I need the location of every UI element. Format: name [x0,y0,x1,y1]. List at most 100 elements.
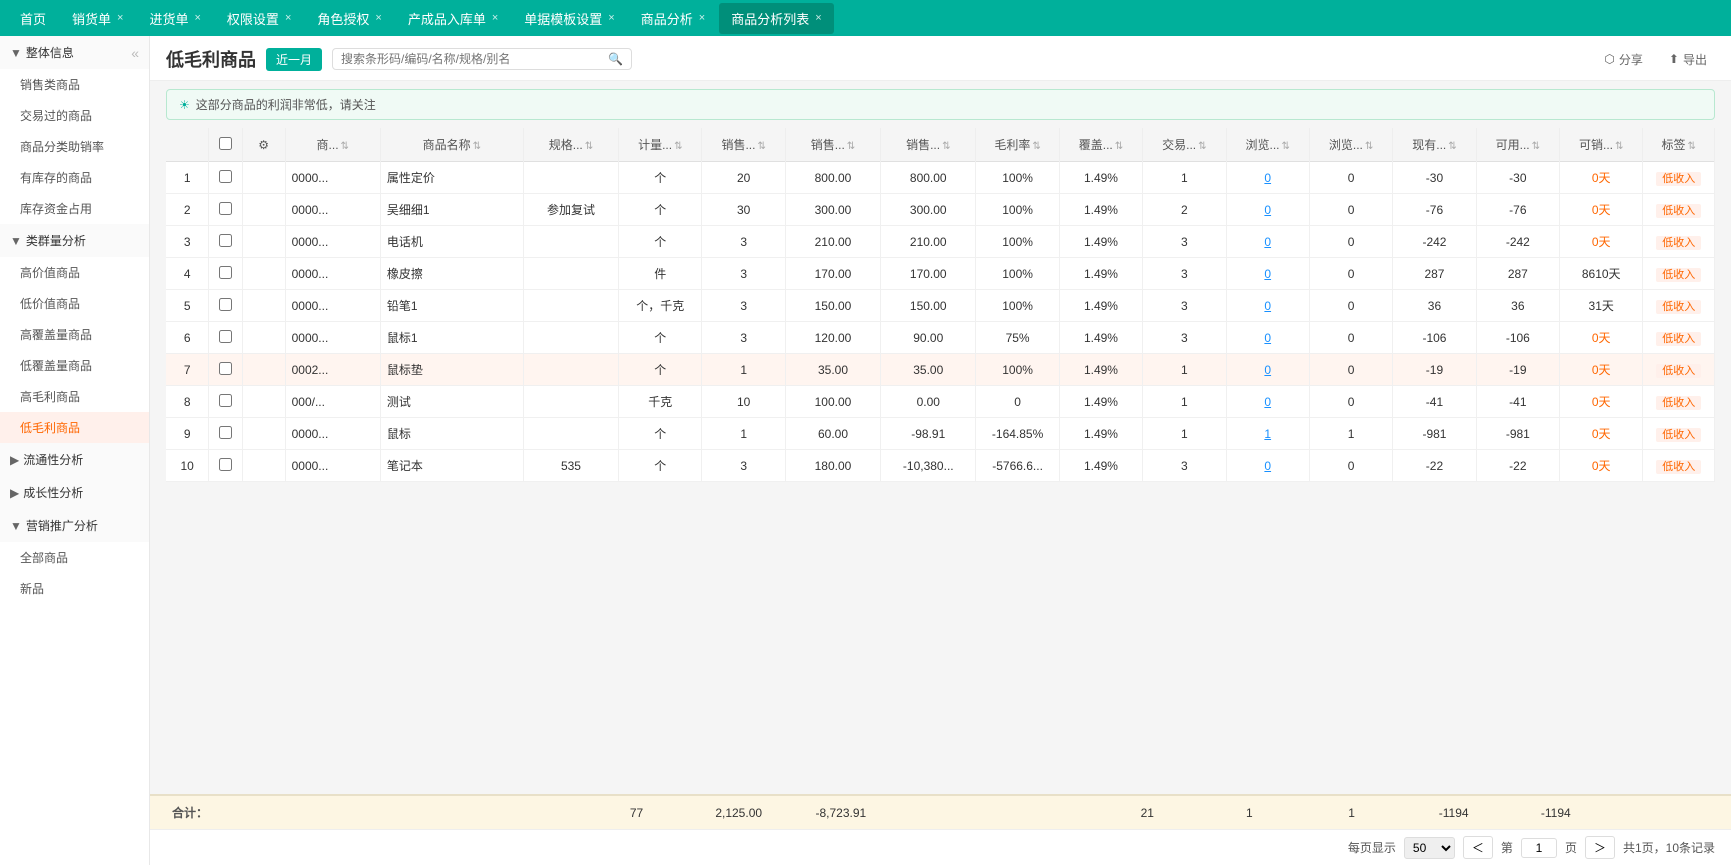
row-view1[interactable]: 0 [1226,162,1309,194]
sidebar-item-traded-goods[interactable]: 交易过的商品 [0,100,149,131]
row-checkbox[interactable] [219,394,232,407]
row-checkbox[interactable] [219,202,232,215]
nav-template-close[interactable]: × [608,12,614,24]
sidebar-item-low-profit[interactable]: 低毛利商品 [0,412,149,443]
col-sales-amt[interactable]: 销售...⇅ [785,128,880,162]
sidebar-item-high-value[interactable]: 高价值商品 [0,257,149,288]
row-view1[interactable]: 0 [1226,226,1309,258]
sidebar-item-in-stock[interactable]: 有库存的商品 [0,162,149,193]
row-checkbox[interactable] [219,362,232,375]
col-current[interactable]: 现有...⇅ [1393,128,1476,162]
nav-purchase-close[interactable]: × [194,12,200,24]
sidebar-item-new-goods[interactable]: 新品 [0,573,149,604]
col-unit[interactable]: 计量...⇅ [619,128,702,162]
row-view1[interactable]: 0 [1226,354,1309,386]
prev-page-button[interactable]: ＜ [1463,836,1493,859]
nav-sales[interactable]: 销货单 × [60,3,135,34]
row-view1[interactable]: 0 [1226,386,1309,418]
row-check[interactable] [209,354,242,386]
nav-permission[interactable]: 权限设置 × [215,3,303,34]
col-view1[interactable]: 浏览...⇅ [1226,128,1309,162]
sidebar-item-sales-goods[interactable]: 销售类商品 [0,69,149,100]
row-checkbox[interactable] [219,170,232,183]
row-view1[interactable]: 0 [1226,258,1309,290]
sidebar-group-overall[interactable]: ▼ 整体信息 « [0,36,149,69]
row-view1[interactable]: 0 [1226,322,1309,354]
row-checkbox[interactable] [219,298,232,311]
col-avail[interactable]: 可用...⇅ [1476,128,1559,162]
row-name[interactable]: 笔记本 [380,450,523,482]
row-name[interactable]: 鼠标 [380,418,523,450]
nav-purchase[interactable]: 进货单 × [137,3,212,34]
row-name[interactable]: 吴细细1 [380,194,523,226]
row-check[interactable] [209,258,242,290]
nav-home[interactable]: 首页 [8,3,58,34]
row-check[interactable] [209,194,242,226]
sidebar-group-flow[interactable]: ▶ 流通性分析 [0,443,149,476]
page-number-input[interactable] [1521,838,1557,858]
nav-product-close[interactable]: × [492,12,498,24]
row-name[interactable]: 铅笔1 [380,290,523,322]
row-check[interactable] [209,322,242,354]
sidebar-item-high-coverage[interactable]: 高覆盖量商品 [0,319,149,350]
nav-template[interactable]: 单据模板设置 × [512,3,626,34]
col-gross-rate[interactable]: 毛利率⇅ [976,128,1059,162]
nav-analysis-close[interactable]: × [699,12,705,24]
col-trade[interactable]: 交易...⇅ [1143,128,1226,162]
export-button[interactable]: ⬆ 导出 [1661,47,1715,72]
col-sales-profit[interactable]: 销售...⇅ [881,128,976,162]
page-size-select[interactable]: 50 20 100 [1404,837,1455,859]
row-name[interactable]: 属性定价 [380,162,523,194]
row-view1[interactable]: 0 [1226,450,1309,482]
row-check[interactable] [209,450,242,482]
row-name[interactable]: 电话机 [380,226,523,258]
nav-role[interactable]: 角色授权 × [305,3,393,34]
nav-analysis-list-close[interactable]: × [815,12,821,24]
nav-analysis-list[interactable]: 商品分析列表 × [719,3,833,34]
next-page-button[interactable]: ＞ [1585,836,1615,859]
col-code[interactable]: 商...⇅ [285,128,380,162]
col-cover[interactable]: 覆盖...⇅ [1059,128,1142,162]
col-view2[interactable]: 浏览...⇅ [1309,128,1392,162]
share-button[interactable]: ⬡ 分享 [1596,47,1651,72]
col-spec[interactable]: 规格...⇅ [523,128,618,162]
select-all-checkbox[interactable] [219,137,232,150]
sidebar-item-low-value[interactable]: 低价值商品 [0,288,149,319]
sidebar-group-marketing[interactable]: ▼ 营销推广分析 [0,509,149,542]
row-name[interactable]: 橡皮擦 [380,258,523,290]
nav-role-close[interactable]: × [375,12,381,24]
search-input[interactable] [341,52,604,66]
row-name[interactable]: 鼠标1 [380,322,523,354]
col-tag[interactable]: 标签⇅ [1643,128,1715,162]
sidebar-item-low-coverage[interactable]: 低覆盖量商品 [0,350,149,381]
row-view1[interactable]: 1 [1226,418,1309,450]
time-filter-button[interactable]: 近一月 [266,48,322,71]
sidebar-item-category-rate[interactable]: 商品分类助销率 [0,131,149,162]
nav-sales-close[interactable]: × [117,12,123,24]
row-check[interactable] [209,226,242,258]
sidebar-item-high-profit[interactable]: 高毛利商品 [0,381,149,412]
row-checkbox[interactable] [219,234,232,247]
row-check[interactable] [209,386,242,418]
row-view1[interactable]: 0 [1226,194,1309,226]
row-check[interactable] [209,162,242,194]
row-checkbox[interactable] [219,426,232,439]
row-checkbox[interactable] [219,330,232,343]
row-view1[interactable]: 0 [1226,290,1309,322]
row-check[interactable] [209,290,242,322]
row-checkbox[interactable] [219,458,232,471]
row-checkbox[interactable] [219,266,232,279]
search-icon[interactable]: 🔍 [608,52,623,66]
row-name[interactable]: 测试 [380,386,523,418]
col-name[interactable]: 商品名称⇅ [380,128,523,162]
row-check[interactable] [209,418,242,450]
sidebar-group-growth[interactable]: ▶ 成长性分析 [0,476,149,509]
sidebar-item-all-goods[interactable]: 全部商品 [0,542,149,573]
nav-product-entry[interactable]: 产成品入库单 × [396,3,510,34]
sidebar-group-cluster[interactable]: ▼ 类群量分析 [0,224,149,257]
nav-analysis[interactable]: 商品分析 × [629,3,717,34]
col-setting[interactable]: ⚙ [242,128,285,162]
collapse-icon[interactable]: « [131,45,139,61]
col-saleable[interactable]: 可销...⇅ [1560,128,1643,162]
col-sales-qty[interactable]: 销售...⇅ [702,128,785,162]
